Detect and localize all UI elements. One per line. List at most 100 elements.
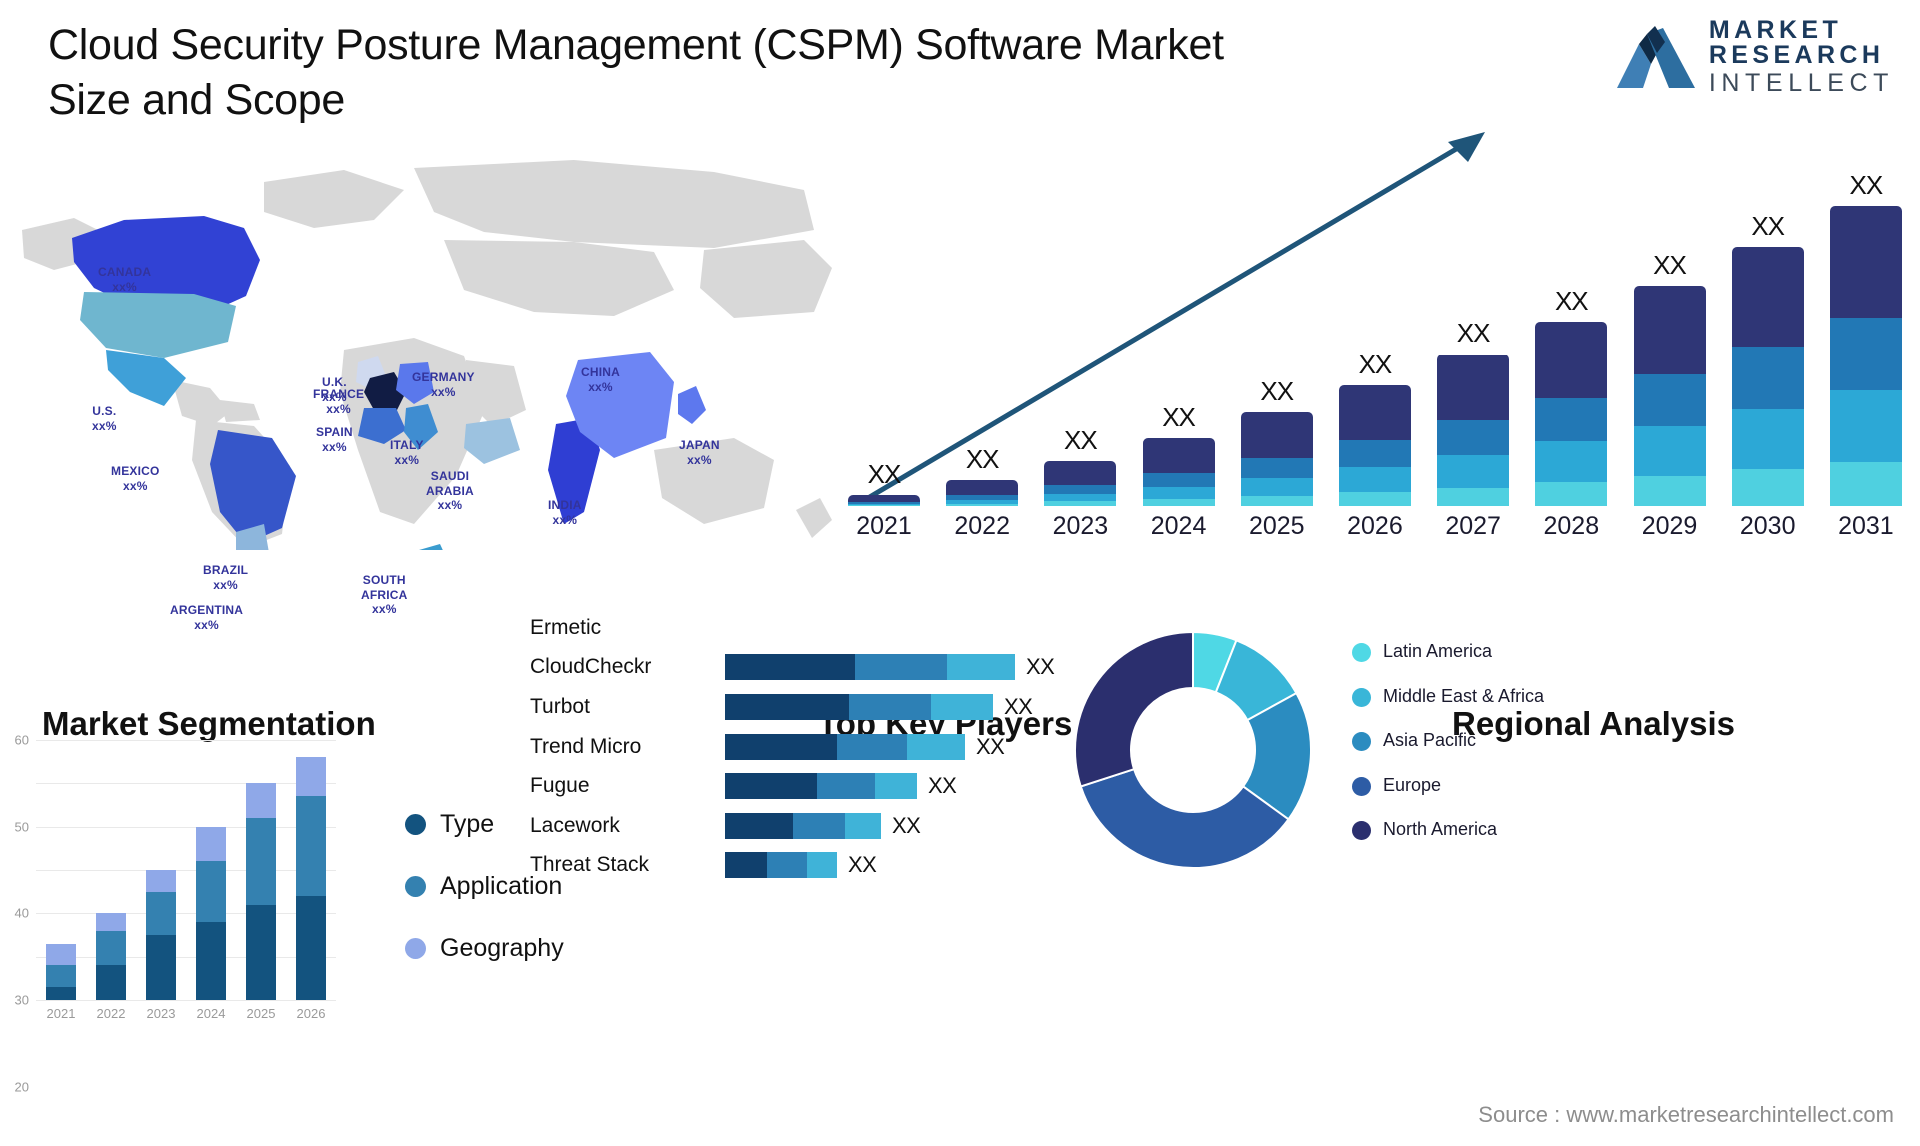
forecast-segment-segment-3: [1731, 346, 1804, 409]
forecast-segment-segment-3: [1240, 457, 1313, 478]
key-player-bar: [725, 773, 917, 800]
logo-line-market: MARKET: [1708, 16, 1843, 44]
segmentation-y-tick: 50: [14, 819, 29, 835]
forecast-segment-segment-1: [1338, 492, 1411, 506]
key-player-bar-segment-2: [767, 852, 807, 879]
key-player-bar-segment-2: [855, 654, 947, 681]
forecast-bar-value-label: XX: [1358, 349, 1393, 380]
regional-legend-item-latin-america[interactable]: Latin America: [1352, 640, 1602, 663]
forecast-bar-stack: [1338, 385, 1411, 506]
segmentation-y-tick: 60: [14, 732, 29, 748]
segmentation-segment-type: [296, 896, 326, 1000]
donut-slice-north-america[interactable]: [1074, 630, 1194, 788]
segmentation-segment-type: [146, 935, 176, 1000]
forecast-year-label: 2026: [1347, 512, 1403, 540]
regional-legend-label: Middle East & Africa: [1383, 685, 1545, 706]
regional-legend-item-north-america[interactable]: North America: [1352, 818, 1602, 841]
segmentation-segment-geography: [296, 757, 326, 797]
forecast-segment-segment-4: [1437, 354, 1510, 421]
regional-legend-label: Europe: [1383, 774, 1442, 795]
segmentation-y-tick: 30: [14, 992, 29, 1008]
segmentation-year-label: 2021: [46, 1006, 76, 1021]
map-label-saudi-arabia: SAUDI ARABIA xx%: [426, 469, 474, 513]
segmentation-segment-type: [196, 922, 226, 1000]
forecast-year-axis: 2021 2022 2023 2024 2025 2026 2027 2028 2029 2030…: [840, 512, 1910, 546]
forecast-year-label: 2022: [954, 512, 1010, 540]
map-label-france: FRANCE xx%: [313, 387, 365, 416]
key-player-row: CloudCheckr XX: [530, 648, 1070, 688]
key-player-row: Lacework XX: [530, 806, 1070, 846]
regional-legend-label: Latin America: [1383, 641, 1493, 661]
segmentation-bar-2022: [96, 913, 126, 1000]
regional-legend-item-asia-pacific[interactable]: Asia Pacific: [1352, 729, 1602, 752]
segmentation-segment-application: [96, 930, 126, 966]
key-player-bar-segment-3: [807, 852, 837, 879]
forecast-segment-segment-4: [1338, 385, 1411, 441]
forecast-bar-2026: XX: [1338, 349, 1411, 506]
key-player-value-label: XX: [928, 773, 957, 799]
forecast-bar-value-label: XX: [1064, 424, 1098, 455]
segmentation-segment-type: [46, 987, 76, 1000]
forecast-bar-2025: XX: [1240, 376, 1313, 506]
forecast-year-label: 2025: [1248, 512, 1305, 540]
forecast-segment-segment-4: [1633, 285, 1706, 374]
forecast-segment-segment-3: [1829, 317, 1902, 391]
key-player-bar-segment-3: [947, 654, 1015, 681]
source-text: Source : www.marketresearchintellect.com: [1478, 1102, 1894, 1127]
segmentation-bar-2025: [246, 783, 276, 1000]
forecast-bar-2021: XX: [848, 459, 920, 506]
mountain-m-icon: [1616, 26, 1695, 88]
forecast-segment-segment-4: [946, 480, 1019, 496]
forecast-segment-segment-2: [1240, 477, 1313, 497]
forecast-segment-segment-4: [1535, 321, 1608, 399]
forecast-segment-segment-1: [1829, 461, 1902, 506]
forecast-segment-segment-3: [1437, 420, 1510, 455]
segmentation-segment-application: [296, 796, 326, 896]
map-label-germany: GERMANY xx%: [412, 370, 475, 399]
segmentation-bar-2024: [196, 826, 226, 1000]
key-player-bar: [725, 852, 837, 879]
regional-legend-item-europe[interactable]: Europe: [1352, 774, 1602, 797]
regional-donut-chart: [1068, 625, 1318, 875]
regional-legend-item-middle-east-africa[interactable]: Middle East & Africa: [1352, 685, 1602, 708]
map-label-india: INDIA xx%: [548, 498, 582, 527]
forecast-bar-stack: [1731, 247, 1804, 506]
forecast-segment-segment-2: [1437, 454, 1510, 488]
legend-dot-icon: [1352, 821, 1371, 840]
key-player-bar: [725, 654, 1015, 681]
forecast-bar-2024: XX: [1142, 402, 1215, 506]
forecast-bar-2023: XX: [1044, 424, 1117, 506]
forecast-bar-2027: XX: [1437, 318, 1510, 506]
map-label-canada: CANADA xx%: [98, 265, 152, 294]
forecast-year-label: 2027: [1445, 512, 1501, 540]
segmentation-segment-application: [196, 861, 226, 922]
segmentation-segment-application: [46, 965, 76, 987]
forecast-year-label: 2024: [1150, 512, 1207, 540]
segmentation-segment-geography: [96, 913, 126, 931]
key-player-value-label: XX: [976, 733, 1005, 759]
key-player-name: Trend Micro: [530, 734, 642, 758]
forecast-bar-value-label: XX: [965, 443, 1000, 474]
forecast-bar-stack: [946, 480, 1019, 506]
forecast-year-label: 2028: [1543, 512, 1600, 540]
key-player-bar-segment-3: [875, 773, 917, 800]
forecast-segment-segment-4: [1142, 437, 1215, 474]
forecast-segment-segment-3: [1044, 485, 1117, 494]
forecast-segment-segment-3: [1535, 398, 1608, 441]
segmentation-year-axis: 2021 2022 2023 2024 2025 2026: [36, 1006, 336, 1021]
brand-logo: MARKET RESEARCH INTELLECT: [1616, 16, 1894, 96]
forecast-segment-segment-1: [848, 505, 920, 506]
legend-dot-icon: [405, 876, 426, 897]
key-player-bar-segment-2: [817, 773, 875, 800]
segmentation-legend-item-geography[interactable]: Geography: [405, 934, 564, 963]
segmentation-year-label: 2025: [246, 1006, 276, 1021]
legend-dot-icon: [1352, 643, 1371, 662]
legend-dot-icon: [405, 938, 426, 959]
segmentation-legend-label: Type: [440, 810, 495, 838]
segmentation-gridline: 0: [36, 1000, 336, 1001]
key-player-bar-segment-1: [725, 812, 793, 839]
regional-legend-label: North America: [1383, 819, 1498, 839]
key-player-row: Fugue XX: [530, 766, 1070, 806]
segmentation-bar-2023: [146, 870, 176, 1000]
key-player-name: Lacework: [530, 813, 620, 837]
